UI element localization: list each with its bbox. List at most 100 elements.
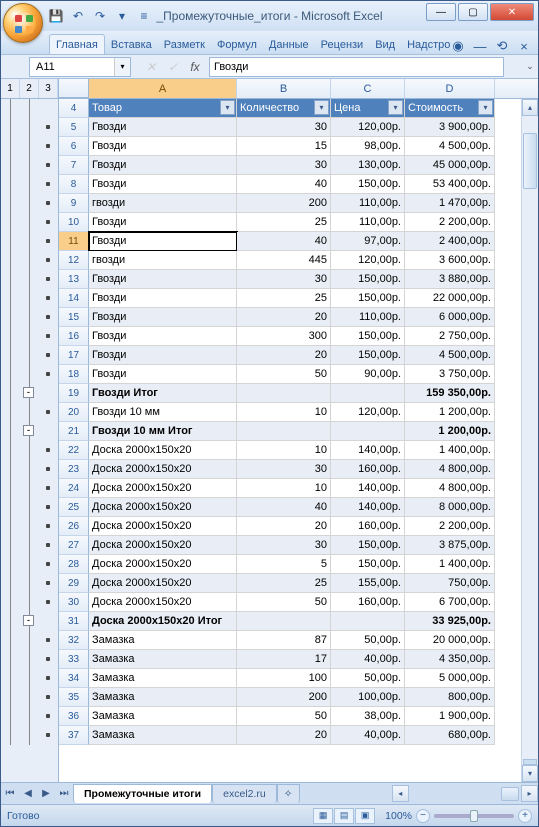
cell[interactable]: 100 [237, 669, 331, 688]
tab-insert[interactable]: Вставка [105, 35, 158, 54]
cell[interactable]: 4 350,00р. [405, 650, 495, 669]
cell[interactable]: 20 000,00р. [405, 631, 495, 650]
cell[interactable]: 10 [237, 441, 331, 460]
scroll-thumb[interactable] [523, 133, 537, 189]
cell[interactable]: Гвозди [89, 175, 237, 194]
fx-enter-icon[interactable]: ✓ [163, 57, 183, 77]
cell[interactable]: Гвозди [89, 118, 237, 137]
view-break-icon[interactable]: ▣ [355, 808, 375, 824]
maximize-button[interactable]: ▢ [458, 3, 488, 21]
redo-icon[interactable]: ↷ [90, 6, 110, 26]
cell[interactable]: Гвозди 10 мм Итог [89, 422, 237, 441]
cell[interactable]: Гвозди [89, 365, 237, 384]
cell[interactable]: 750,00р. [405, 574, 495, 593]
cell[interactable] [237, 384, 331, 403]
hscroll-right-icon[interactable]: ▸ [521, 785, 538, 802]
row-number[interactable]: 34 [59, 669, 89, 688]
cell[interactable]: 3 880,00р. [405, 270, 495, 289]
cell[interactable]: 120,00р. [331, 403, 405, 422]
row-number[interactable]: 19 [59, 384, 89, 403]
cell[interactable]: Гвозди [89, 308, 237, 327]
cell[interactable]: 40,00р. [331, 650, 405, 669]
cell[interactable]: Доска 2000х150х20 [89, 498, 237, 517]
tab-next-icon[interactable]: ▶ [37, 785, 55, 803]
cell[interactable]: 1 470,00р. [405, 194, 495, 213]
cell[interactable]: 5 000,00р. [405, 669, 495, 688]
cell[interactable]: 50 [237, 707, 331, 726]
row-number[interactable]: 10 [59, 213, 89, 232]
cell[interactable]: 445 [237, 251, 331, 270]
cell[interactable]: 4 800,00р. [405, 479, 495, 498]
col-header-B[interactable]: B [237, 79, 331, 98]
cell[interactable] [237, 422, 331, 441]
zoom-in-icon[interactable]: + [518, 809, 532, 823]
cell[interactable] [331, 384, 405, 403]
cell[interactable]: 40 [237, 175, 331, 194]
cell[interactable]: 150,00р. [331, 289, 405, 308]
cell[interactable]: 25 [237, 289, 331, 308]
cell[interactable]: 98,00р. [331, 137, 405, 156]
cell[interactable]: 20 [237, 308, 331, 327]
row-number[interactable]: 30 [59, 593, 89, 612]
cell[interactable]: 680,00р. [405, 726, 495, 745]
outline-level-2[interactable]: 2 [20, 79, 39, 98]
col-header-A[interactable]: A [89, 79, 237, 98]
cell[interactable]: Доска 2000х150х20 [89, 460, 237, 479]
cell[interactable]: 110,00р. [331, 194, 405, 213]
row-number[interactable]: 33 [59, 650, 89, 669]
row-number[interactable]: 27 [59, 536, 89, 555]
sheet-tab-new[interactable]: ✧ [277, 784, 300, 803]
cell[interactable]: 150,00р. [331, 536, 405, 555]
undo-icon[interactable]: ↶ [68, 6, 88, 26]
scroll-down-icon[interactable]: ▾ [522, 765, 538, 782]
fx-icon[interactable]: fx [185, 57, 205, 77]
cell[interactable]: Доска 2000х150х20 [89, 555, 237, 574]
cell[interactable]: 40 [237, 232, 331, 251]
cell[interactable]: 110,00р. [331, 308, 405, 327]
row-number[interactable]: 35 [59, 688, 89, 707]
fx-cancel-icon[interactable]: ✕ [141, 57, 161, 77]
cell[interactable]: Доска 2000х150х20 [89, 517, 237, 536]
cell[interactable]: 22 000,00р. [405, 289, 495, 308]
cell[interactable]: Замазка [89, 631, 237, 650]
cell[interactable]: Гвозди [89, 213, 237, 232]
row-number[interactable]: 6 [59, 137, 89, 156]
row-number[interactable]: 9 [59, 194, 89, 213]
formula-expand-icon[interactable]: ⌄ [522, 61, 538, 72]
row-number[interactable]: 17 [59, 346, 89, 365]
cell[interactable]: Гвозди [89, 346, 237, 365]
office-button[interactable] [3, 3, 43, 43]
cell[interactable]: 20 [237, 346, 331, 365]
row-number[interactable]: 5 [59, 118, 89, 137]
outline-collapse-icon[interactable]: - [23, 425, 34, 436]
cell[interactable]: 150,00р. [331, 555, 405, 574]
cell[interactable]: Доска 2000х150х20 [89, 441, 237, 460]
row-number[interactable]: 20 [59, 403, 89, 422]
cell[interactable]: гвозди [89, 251, 237, 270]
cell[interactable]: 150,00р. [331, 346, 405, 365]
row-number[interactable]: 31 [59, 612, 89, 631]
row-number[interactable]: 21 [59, 422, 89, 441]
row-number[interactable]: 28 [59, 555, 89, 574]
cell[interactable]: 5 [237, 555, 331, 574]
cell[interactable]: 1 200,00р. [405, 403, 495, 422]
cell[interactable]: Гвозди [89, 270, 237, 289]
cell[interactable]: 40 [237, 498, 331, 517]
zoom-slider[interactable] [434, 814, 514, 818]
row-number[interactable]: 26 [59, 517, 89, 536]
close-button[interactable]: ✕ [490, 3, 534, 21]
row-number[interactable]: 22 [59, 441, 89, 460]
tab-review[interactable]: Рецензи [315, 35, 370, 54]
cell[interactable]: 150,00р. [331, 327, 405, 346]
row-number[interactable]: 25 [59, 498, 89, 517]
outline-collapse-icon[interactable]: - [23, 615, 34, 626]
row-number[interactable]: 12 [59, 251, 89, 270]
row-number[interactable]: 24 [59, 479, 89, 498]
cell[interactable]: 3 900,00р. [405, 118, 495, 137]
cell[interactable]: 2 750,00р. [405, 327, 495, 346]
namebox-dropdown-icon[interactable]: ▾ [114, 58, 130, 76]
cell[interactable]: 4 500,00р. [405, 137, 495, 156]
cell[interactable]: Гвозди Итог [89, 384, 237, 403]
cell[interactable]: 40,00р. [331, 726, 405, 745]
cell[interactable]: Гвозди 10 мм [89, 403, 237, 422]
